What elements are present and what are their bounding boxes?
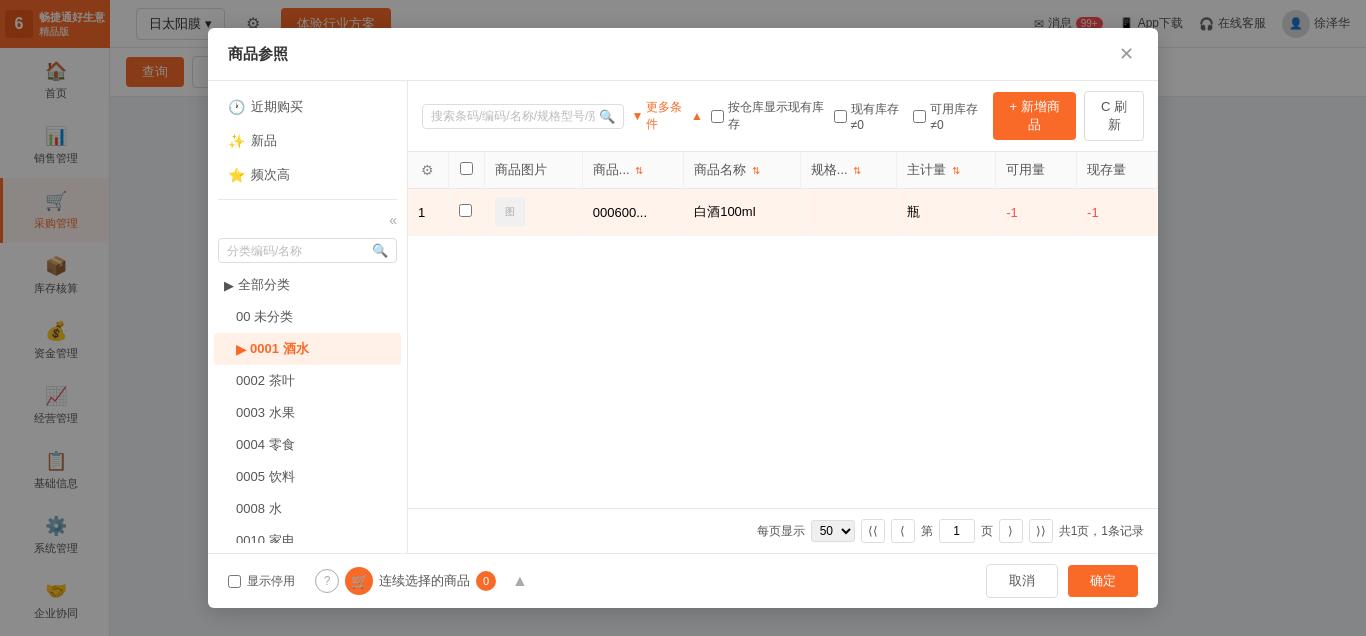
star-icon: ⭐ xyxy=(228,167,245,183)
checkbox-column-header xyxy=(448,152,484,189)
stock-nonzero-checkbox-label[interactable]: 现有库存≠0 xyxy=(834,101,906,132)
left-panel-divider xyxy=(218,199,397,200)
show-disabled-checkbox[interactable] xyxy=(228,575,241,588)
pagination: 每页显示 50 ⟨⟨ ⟨ 第 页 ⟩ ⟩⟩ 共1页，1条记录 xyxy=(408,508,1158,553)
page-size-select[interactable]: 50 xyxy=(811,520,855,542)
product-table-body: 1 图 000600... 白酒100ml 瓶 xyxy=(408,189,1158,236)
modal-overlay[interactable]: 商品参照 ✕ 🕐 近期购买 ✨ 新品 ⭐ 频次高 xyxy=(0,0,1366,636)
left-panel-collapse: « xyxy=(208,208,407,232)
product-stock-column-header: 现存量 xyxy=(1077,152,1158,189)
product-code-cell: 000600... xyxy=(582,189,683,236)
sort-icon-spec: ⇅ xyxy=(853,165,861,176)
product-table: ⚙ 商品图片 商品... ⇅ xyxy=(408,152,1158,236)
modal-title: 商品参照 xyxy=(228,45,288,64)
clock-icon: 🕐 xyxy=(228,99,245,115)
available-nonzero-checkbox[interactable] xyxy=(913,110,926,123)
active-arrow-icon: ▶ xyxy=(236,342,246,357)
category-item-all[interactable]: ▶ 全部分类 xyxy=(214,269,401,301)
tab-recent-purchase[interactable]: 🕐 近期购买 xyxy=(218,91,397,123)
footer-right: 取消 确定 xyxy=(986,564,1138,598)
left-panel: 🕐 近期购买 ✨ 新品 ⭐ 频次高 « xyxy=(208,81,408,553)
row-checkbox-cell xyxy=(448,189,484,236)
product-image-cell: 图 xyxy=(484,189,582,236)
sort-icon-name: ⇅ xyxy=(752,165,760,176)
category-item-0004[interactable]: 0004 零食 xyxy=(214,429,401,461)
category-item-0005[interactable]: 0005 饮料 xyxy=(214,461,401,493)
product-search-icon[interactable]: 🔍 xyxy=(599,109,615,124)
category-item-0008[interactable]: 0008 水 xyxy=(214,493,401,525)
product-name-column-header[interactable]: 商品名称 ⇅ xyxy=(684,152,801,189)
right-toolbar: 🔍 ▼ 更多条件 ▲ 按仓库显示现有库存 现有库存≠0 xyxy=(408,81,1158,152)
product-search-input[interactable] xyxy=(431,109,595,123)
sort-icon-unit: ⇅ xyxy=(952,165,960,176)
left-tabs: 🕐 近期购买 ✨ 新品 ⭐ 频次高 xyxy=(208,91,407,191)
cart-icon: 🛒 xyxy=(345,567,373,595)
product-unit-column-header[interactable]: 主计量 ⇅ xyxy=(897,152,996,189)
product-spec-column-header[interactable]: 规格... ⇅ xyxy=(800,152,896,189)
new-icon: ✨ xyxy=(228,133,245,149)
category-item-0002[interactable]: 0002 茶叶 xyxy=(214,365,401,397)
warehouse-checkbox[interactable] xyxy=(711,110,724,123)
select-all-checkbox[interactable] xyxy=(460,162,473,175)
product-stock-cell: -1 xyxy=(1077,189,1158,236)
row-index: 1 xyxy=(408,189,448,236)
collapse-button[interactable]: « xyxy=(389,212,397,228)
help-button[interactable]: ? xyxy=(315,569,339,593)
product-code-column-header[interactable]: 商品... ⇅ xyxy=(582,152,683,189)
category-item-00[interactable]: 00 未分类 xyxy=(214,301,401,333)
tab-new-products[interactable]: ✨ 新品 xyxy=(218,125,397,157)
warehouse-checkbox-label[interactable]: 按仓库显示现有库存 xyxy=(711,99,826,133)
filter-icon: ▼ xyxy=(632,109,644,123)
confirm-button[interactable]: 确定 xyxy=(1068,565,1138,597)
product-available-column-header: 可用量 xyxy=(996,152,1077,189)
modal-footer: 显示停用 ? 🛒 连续选择的商品 0 ▲ 取消 确定 xyxy=(208,553,1158,608)
right-toolbar-right: + 新增商品 C 刷新 xyxy=(993,91,1144,141)
category-item-0010[interactable]: 0010 家电 xyxy=(214,525,401,543)
product-image-column-header: 商品图片 xyxy=(484,152,582,189)
prev-page-button[interactable]: ⟨ xyxy=(891,519,915,543)
sort-icon: ⇅ xyxy=(635,165,643,176)
category-search-icon[interactable]: 🔍 xyxy=(372,243,388,258)
product-reference-modal: 商品参照 ✕ 🕐 近期购买 ✨ 新品 ⭐ 频次高 xyxy=(208,28,1158,608)
category-search-box: 🔍 xyxy=(218,238,397,263)
available-nonzero-checkbox-label[interactable]: 可用库存≠0 xyxy=(913,101,985,132)
category-list: ▶ 全部分类 00 未分类 ▶ 0001 酒水 0002 茶叶 0003 水果 xyxy=(208,269,407,543)
table-settings-icon[interactable]: ⚙ xyxy=(421,162,434,178)
next-page-button[interactable]: ⟩ xyxy=(999,519,1023,543)
cart-count-badge: 0 xyxy=(476,571,496,591)
cancel-button[interactable]: 取消 xyxy=(986,564,1058,598)
product-name-cell: 白酒100ml xyxy=(684,189,801,236)
category-search-input[interactable] xyxy=(227,244,368,258)
footer-left: 显示停用 xyxy=(228,573,295,590)
modal-body: 🕐 近期购买 ✨ 新品 ⭐ 频次高 « xyxy=(208,81,1158,553)
modal-close-button[interactable]: ✕ xyxy=(1114,42,1138,66)
chevron-up-icon: ▲ xyxy=(691,109,703,123)
table-row[interactable]: 1 图 000600... 白酒100ml 瓶 xyxy=(408,189,1158,236)
collapse-footer-icon[interactable]: ▲ xyxy=(512,572,528,590)
tab-frequent[interactable]: ⭐ 频次高 xyxy=(218,159,397,191)
last-page-button[interactable]: ⟩⟩ xyxy=(1029,519,1053,543)
page-number-input[interactable] xyxy=(939,519,975,543)
arrow-icon: ▶ xyxy=(224,278,234,293)
category-item-0003[interactable]: 0003 水果 xyxy=(214,397,401,429)
product-table-container: ⚙ 商品图片 商品... ⇅ xyxy=(408,152,1158,508)
modal-header: 商品参照 ✕ xyxy=(208,28,1158,81)
first-page-button[interactable]: ⟨⟨ xyxy=(861,519,885,543)
stock-nonzero-checkbox[interactable] xyxy=(834,110,847,123)
right-panel: 🔍 ▼ 更多条件 ▲ 按仓库显示现有库存 现有库存≠0 xyxy=(408,81,1158,553)
product-spec-cell xyxy=(800,189,896,236)
footer-cart[interactable]: ? 🛒 连续选择的商品 0 ▲ xyxy=(315,567,528,595)
product-thumbnail: 图 xyxy=(495,197,525,227)
filter-button[interactable]: ▼ 更多条件 ▲ xyxy=(632,99,703,133)
settings-column-header: ⚙ xyxy=(408,152,448,189)
product-search-box: 🔍 xyxy=(422,104,624,129)
row-checkbox[interactable] xyxy=(459,204,472,217)
refresh-button[interactable]: C 刷新 xyxy=(1084,91,1144,141)
product-available-cell: -1 xyxy=(996,189,1077,236)
table-header-row: ⚙ 商品图片 商品... ⇅ xyxy=(408,152,1158,189)
product-unit-cell: 瓶 xyxy=(897,189,996,236)
category-item-0001[interactable]: ▶ 0001 酒水 xyxy=(214,333,401,365)
add-product-button[interactable]: + 新增商品 xyxy=(993,92,1076,140)
